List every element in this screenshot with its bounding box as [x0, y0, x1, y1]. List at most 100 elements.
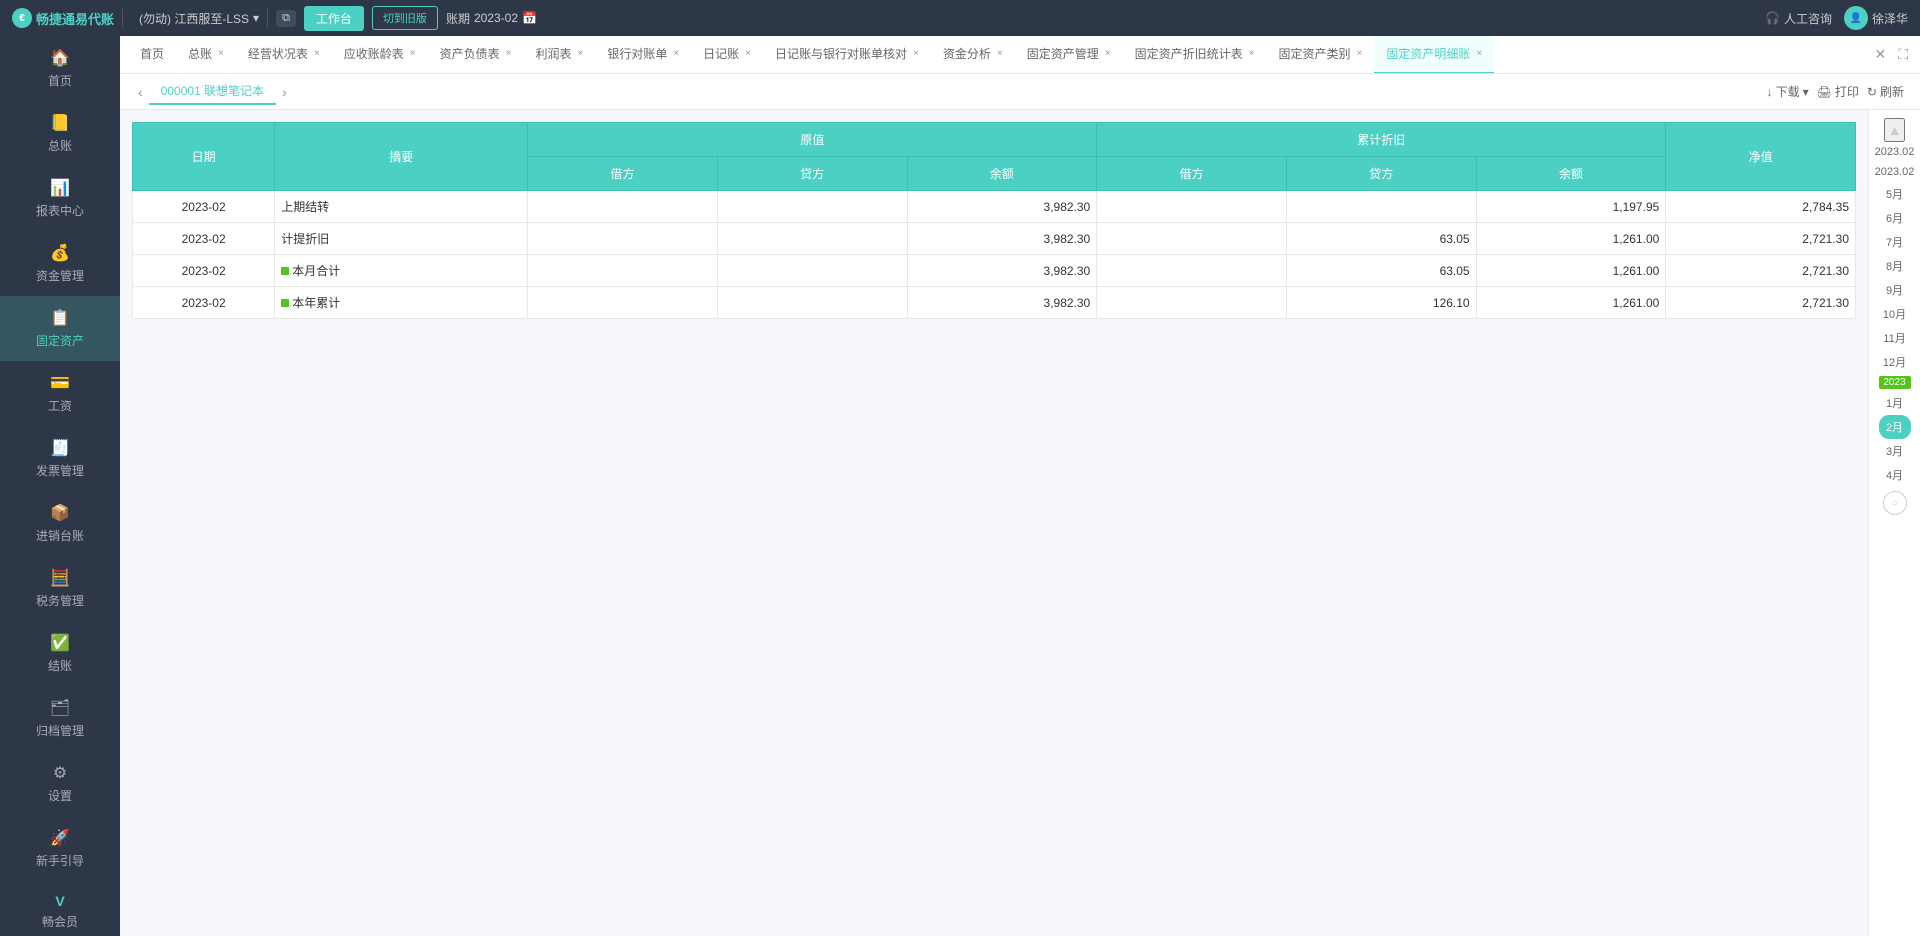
invoice-icon: 🧾: [50, 438, 70, 458]
tab-close[interactable]: ×: [1356, 48, 1362, 59]
sidebar-item-label: 新手引导: [36, 852, 84, 869]
sidebar-item-member[interactable]: V 畅会员: [0, 881, 120, 936]
tab-label: 资金分析: [943, 45, 991, 62]
sub-tab-prev-button[interactable]: ‹: [136, 82, 145, 102]
panel-month-item[interactable]: 1月: [1879, 391, 1911, 415]
tab-label: 经营状况表: [248, 45, 308, 62]
tab-label: 日记账: [703, 45, 739, 62]
tab-close[interactable]: ×: [506, 48, 512, 59]
tab-management-status[interactable]: 经营状况表 ×: [236, 36, 332, 74]
tab-fa-detail-close[interactable]: ×: [1476, 48, 1482, 59]
tab-close[interactable]: ×: [577, 48, 583, 59]
cell-acc-debit: [1097, 191, 1287, 223]
sidebar-item-fixed-assets[interactable]: 📋 固定资产: [0, 296, 120, 361]
user-menu[interactable]: 👤 徐泽华: [1844, 6, 1908, 30]
panel-month-item[interactable]: 8月: [1879, 254, 1911, 278]
sidebar-item-invoice[interactable]: 🧾 发票管理: [0, 426, 120, 491]
cell-orig-debit: [528, 191, 718, 223]
panel-circle-button[interactable]: ○: [1883, 491, 1907, 515]
download-button[interactable]: ↓ 下载 ▾: [1767, 83, 1809, 100]
sidebar-item-label: 归档管理: [36, 722, 84, 739]
help-button[interactable]: 🎧 人工咨询: [1765, 10, 1832, 27]
tab-label: 固定资产类别: [1278, 45, 1350, 62]
sidebar-item-label: 进销台账: [36, 527, 84, 544]
close-all-tabs-button[interactable]: ✕: [1870, 44, 1890, 65]
tab-label: 利润表: [535, 45, 571, 62]
tab-close[interactable]: ×: [997, 48, 1003, 59]
tab-journal[interactable]: 日记账 ×: [691, 36, 763, 74]
tab-close[interactable]: ×: [1249, 48, 1255, 59]
maximize-button[interactable]: ⛶: [1894, 44, 1912, 65]
tab-label: 银行对账单: [607, 45, 667, 62]
tab-receivable-aging[interactable]: 应收账龄表 ×: [332, 36, 428, 74]
copy-icon-btn[interactable]: ⧉: [276, 10, 296, 27]
archive-icon: 🗂: [50, 698, 70, 718]
cell-net-value: 2,721.30: [1666, 287, 1856, 319]
funds-icon: 💰: [50, 243, 70, 263]
tab-fa-category[interactable]: 固定资产类别 ×: [1266, 36, 1374, 74]
tab-close[interactable]: ×: [673, 48, 679, 59]
header-net-value: 净值: [1666, 123, 1856, 191]
tab-close[interactable]: ×: [913, 48, 919, 59]
tab-home[interactable]: 首页: [128, 36, 176, 74]
tab-profit[interactable]: 利润表 ×: [523, 36, 595, 74]
tab-close[interactable]: ×: [1105, 48, 1111, 59]
work-station-button[interactable]: 工作台: [304, 6, 364, 31]
tab-ledger-close[interactable]: ×: [218, 48, 224, 59]
cell-orig-credit: [717, 255, 907, 287]
tab-close[interactable]: ×: [745, 48, 751, 59]
tab-fa-detail[interactable]: 固定资产明细账 ×: [1374, 36, 1494, 74]
print-label: 打印: [1835, 83, 1859, 100]
panel-month-item[interactable]: 11月: [1879, 326, 1911, 350]
tab-balance-sheet[interactable]: 资产负债表 ×: [428, 36, 524, 74]
sidebar-item-label: 设置: [48, 787, 72, 804]
help-label: 人工咨询: [1784, 10, 1832, 27]
print-button[interactable]: 🖨 打印: [1817, 83, 1859, 100]
sidebar-item-closing[interactable]: ✅ 结账: [0, 621, 120, 686]
tab-home-label: 首页: [140, 45, 164, 62]
tab-fa-management[interactable]: 固定资产管理 ×: [1015, 36, 1123, 74]
content-area: 首页 总账 × 经营状况表 × 应收账龄表 × 资产负债表 × 利润表 ×: [120, 36, 1920, 936]
tab-close[interactable]: ×: [410, 48, 416, 59]
cell-acc-balance: 1,261.00: [1476, 255, 1666, 287]
tab-fund-analysis[interactable]: 资金分析 ×: [931, 36, 1015, 74]
sidebar-item-home[interactable]: 🏠 首页: [0, 36, 120, 101]
cell-orig-balance: 3,982.30: [907, 191, 1097, 223]
panel-month-item[interactable]: 4月: [1879, 463, 1911, 487]
panel-month-item[interactable]: 10月: [1879, 302, 1911, 326]
panel-month-item[interactable]: 5月: [1879, 182, 1911, 206]
sidebar-item-tax[interactable]: 🧮 税务管理: [0, 556, 120, 621]
tab-ledger[interactable]: 总账 ×: [176, 36, 236, 74]
panel-month-item[interactable]: 3月: [1879, 439, 1911, 463]
company-selector[interactable]: (勿动) 江西服至-LSS ▾: [139, 10, 259, 27]
sidebar-item-reports[interactable]: 📊 报表中心: [0, 166, 120, 231]
period-text: 账期: [446, 10, 470, 27]
switch-old-button[interactable]: 切到旧版: [372, 6, 438, 30]
sidebar-item-settings[interactable]: ⚙ 设置: [0, 751, 120, 816]
sidebar-item-purchase-sales[interactable]: 📦 进销台账: [0, 491, 120, 556]
tab-bank-statement[interactable]: 银行对账单 ×: [595, 36, 691, 74]
tab-label: 应收账龄表: [344, 45, 404, 62]
tab-close[interactable]: ×: [314, 48, 320, 59]
panel-month-item[interactable]: 12月: [1879, 350, 1911, 374]
sidebar-item-guide[interactable]: 🚀 新手引导: [0, 816, 120, 881]
tab-bank-reconcile[interactable]: 日记账与银行对账单核对 ×: [763, 36, 931, 74]
sidebar-item-funds[interactable]: 💰 资金管理: [0, 231, 120, 296]
cell-acc-credit: 63.05: [1286, 223, 1476, 255]
tab-fa-depreciation[interactable]: 固定资产折旧统计表 ×: [1123, 36, 1267, 74]
sidebar-item-salary[interactable]: 💳 工资: [0, 361, 120, 426]
sub-tab-fa-detail[interactable]: 000001 联想笔记本: [149, 78, 276, 105]
header-summary: 摘要: [275, 123, 528, 191]
sidebar-item-archive[interactable]: 🗂 归档管理: [0, 686, 120, 751]
cell-summary: 计提折旧: [275, 223, 528, 255]
sub-tab-next-button[interactable]: ›: [280, 82, 289, 102]
panel-month-item[interactable]: 9月: [1879, 278, 1911, 302]
panel-scroll-up-button[interactable]: ▲: [1884, 118, 1906, 142]
refresh-button[interactable]: ↻ 刷新: [1867, 83, 1904, 100]
sidebar-item-ledger[interactable]: 📒 总账: [0, 101, 120, 166]
sidebar-item-label: 畅会员: [42, 913, 78, 930]
panel-month-item[interactable]: 7月: [1879, 230, 1911, 254]
panel-month-item[interactable]: 6月: [1879, 206, 1911, 230]
panel-month-item[interactable]: 2月: [1879, 415, 1911, 439]
calendar-icon[interactable]: 📅: [522, 11, 537, 25]
